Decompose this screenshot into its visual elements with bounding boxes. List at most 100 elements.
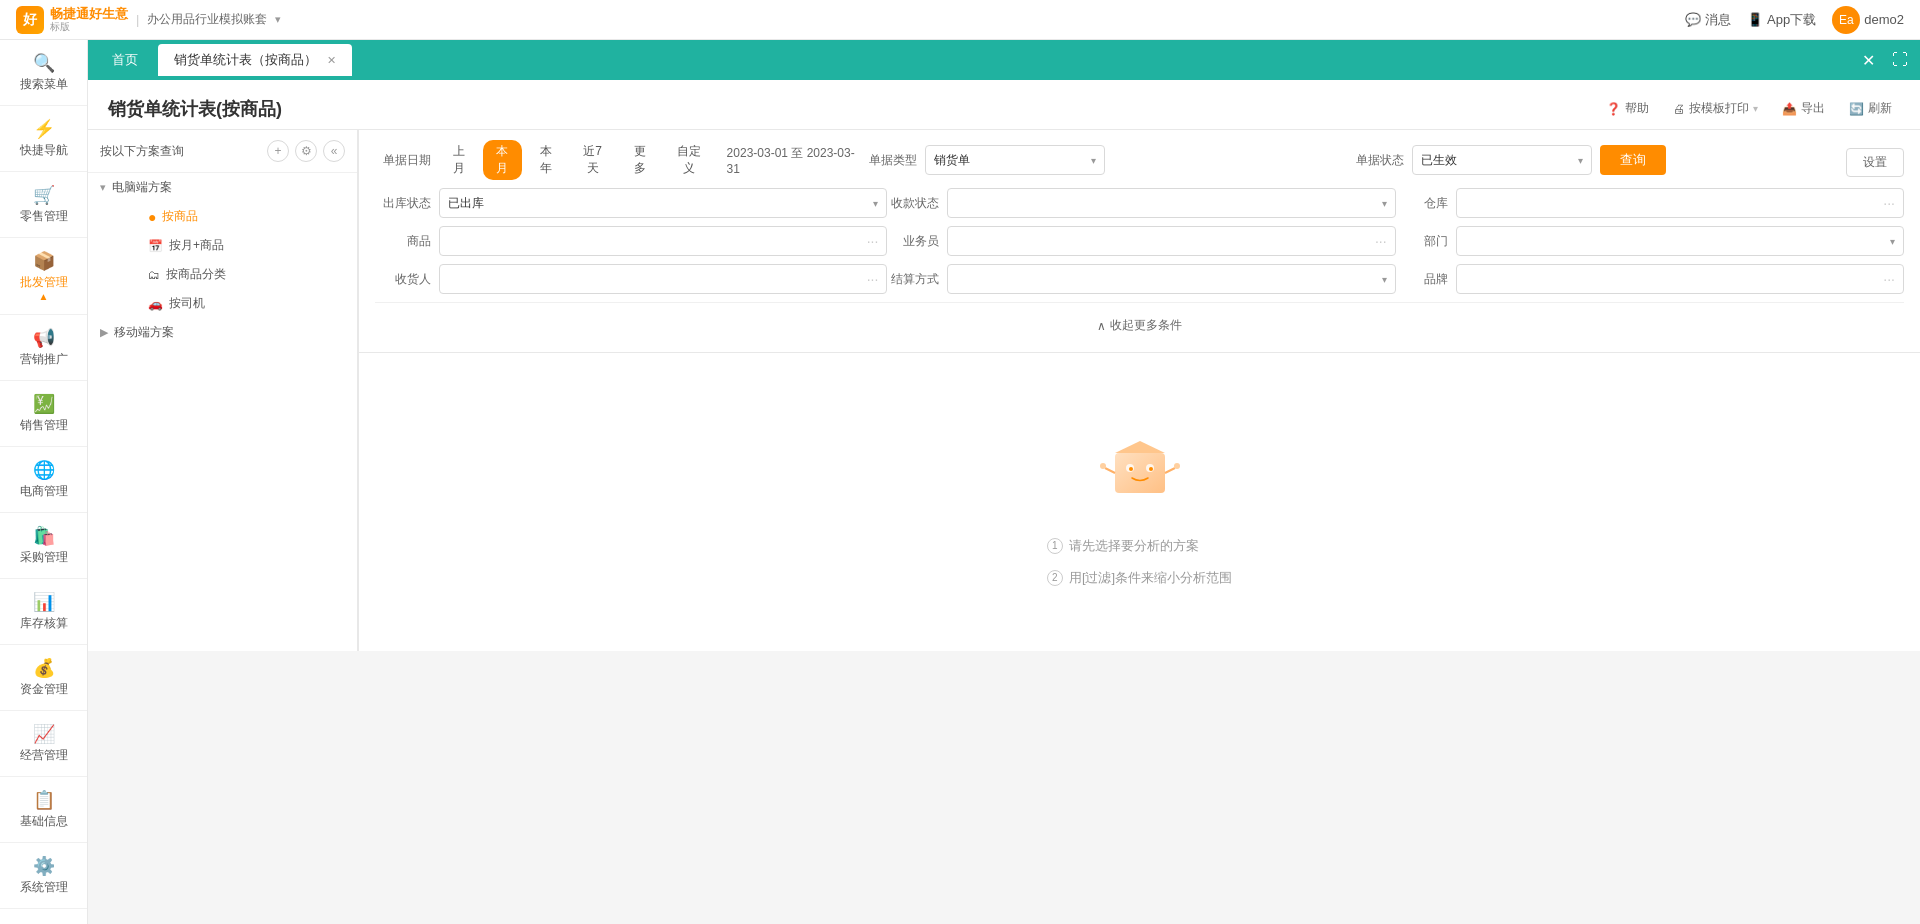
user-info[interactable]: Ea demo2 — [1832, 6, 1904, 34]
tree-group-desktop[interactable]: ▾ 电脑端方案 — [88, 173, 357, 202]
operations-icon: 📈 — [4, 723, 83, 745]
sidebar-item-purchase[interactable]: 🛍️ 采购管理 — [0, 513, 87, 579]
tab-home[interactable]: 首页 — [96, 44, 154, 76]
collect-select[interactable]: ▾ — [947, 188, 1395, 218]
scheme-tree: ▾ 电脑端方案 ● 按商品 📅 按月+商品 — [88, 173, 357, 347]
out-select[interactable]: 已出库 ▾ — [439, 188, 887, 218]
sidebar: 🔍 搜索菜单 ⚡ 快捷导航 🛒 零售管理 📦 批发管理 ▲ 📢 营销推广 💹 销… — [0, 40, 88, 924]
out-arrow-icon: ▾ — [873, 198, 878, 209]
app-download-btn[interactable]: 📱 App下载 — [1747, 11, 1816, 29]
dept-select[interactable]: ▾ — [1456, 226, 1904, 256]
calendar-icon: 📅 — [148, 239, 163, 253]
warehouse-filter: ··· — [1456, 188, 1904, 218]
type-label: 单据类型 — [865, 152, 925, 169]
date-btn-7days[interactable]: 近7天 — [570, 140, 616, 180]
print-btn[interactable]: 🖨 按模板打印 ▾ — [1665, 96, 1766, 121]
print-dropdown-icon: ▾ — [1753, 103, 1758, 114]
collect-arrow-icon: ▾ — [1382, 198, 1387, 209]
staff-filter: ··· — [947, 226, 1395, 256]
date-btn-more[interactable]: 更多 — [620, 140, 660, 180]
search-icon: 🔍 — [4, 52, 83, 74]
sidebar-item-enterprise[interactable]: 🤝 企业协同 — [0, 909, 87, 924]
receiver-input[interactable]: ··· — [439, 264, 887, 294]
tab-report[interactable]: 销货单统计表（按商品） ✕ — [158, 44, 352, 76]
type-value: 销货单 — [934, 152, 970, 169]
sidebar-item-sales[interactable]: 💹 销售管理 — [0, 381, 87, 447]
sidebar-item-marketing[interactable]: 📢 营销推广 — [0, 315, 87, 381]
staff-ellipsis: ··· — [1375, 233, 1387, 249]
settings-button[interactable]: 设置 — [1846, 148, 1904, 177]
sidebar-item-operations[interactable]: 📈 经营管理 — [0, 711, 87, 777]
query-button[interactable]: 查询 — [1600, 145, 1666, 175]
sidebar-item-retail[interactable]: 🛒 零售管理 — [0, 172, 87, 238]
tree-item-by-month-goods[interactable]: 📅 按月+商品 — [120, 231, 357, 260]
date-btn-custom[interactable]: 自定义 — [663, 140, 714, 180]
sidebar-item-quicknav[interactable]: ⚡ 快捷导航 — [0, 106, 87, 172]
status-select[interactable]: 已生效 ▾ — [1412, 145, 1592, 175]
tree-item-by-driver[interactable]: 🚗 按司机 — [120, 289, 357, 318]
settings-scheme-btn[interactable]: ⚙ — [295, 140, 317, 162]
sidebar-label-inventory: 库存核算 — [4, 615, 83, 632]
step-2-num: 2 — [1047, 570, 1063, 586]
sidebar-item-system[interactable]: ⚙️ 系统管理 — [0, 843, 87, 909]
logo-area: 好 畅捷通好生意 标版 — [16, 6, 128, 34]
status-label: 单据状态 — [1352, 152, 1412, 169]
sidebar-item-finance[interactable]: 💰 资金管理 — [0, 645, 87, 711]
tab-close-all-btn[interactable]: ✕ — [1856, 48, 1880, 72]
warehouse-label: 仓库 — [1396, 195, 1456, 212]
goods-input[interactable]: ··· — [439, 226, 887, 256]
type-filter: 销货单 ▾ — [925, 145, 1351, 175]
sidebar-item-inventory[interactable]: 📊 库存核算 — [0, 579, 87, 645]
ecommerce-icon: 🌐 — [4, 459, 83, 481]
payment-select[interactable]: ▾ — [947, 264, 1395, 294]
warehouse-input[interactable]: ··· — [1456, 188, 1904, 218]
message-icon: 💬 — [1685, 12, 1701, 27]
filter-row-4: 收货人 ··· 结算方式 ▾ — [375, 264, 1904, 294]
sidebar-item-search[interactable]: 🔍 搜索菜单 — [0, 40, 87, 106]
tab-maximize-btn[interactable]: ⛶ — [1888, 48, 1912, 72]
purchase-icon: 🛍️ — [4, 525, 83, 547]
staff-input[interactable]: ··· — [947, 226, 1395, 256]
sidebar-item-wholesale[interactable]: 📦 批发管理 ▲ — [0, 238, 87, 315]
collapse-label: 收起更多条件 — [1110, 317, 1182, 334]
empty-step2-label: 用[过滤]条件来缩小分析范围 — [1069, 565, 1232, 591]
type-select[interactable]: 销货单 ▾ — [925, 145, 1105, 175]
sidebar-item-ecommerce[interactable]: 🌐 电商管理 — [0, 447, 87, 513]
top-bar-right: 💬 消息 📱 App下载 Ea demo2 — [1685, 6, 1904, 34]
expand-arrow: ▲ — [4, 291, 83, 302]
workspace-dropdown-icon[interactable]: ▾ — [275, 13, 281, 26]
empty-illustration — [1090, 413, 1190, 513]
empty-step1-label: 请先选择要分析的方案 — [1069, 533, 1199, 559]
date-btn-this-month[interactable]: 本月 — [483, 140, 523, 180]
tab-report-close[interactable]: ✕ — [327, 54, 336, 67]
export-btn[interactable]: 📤 导出 — [1774, 96, 1833, 121]
tab-report-label: 销货单统计表（按商品） — [174, 51, 317, 69]
refresh-btn[interactable]: 🔄 刷新 — [1841, 96, 1900, 121]
basic-icon: 📋 — [4, 789, 83, 811]
page-header: 销货单统计表(按商品) ❓ 帮助 🖨 按模板打印 ▾ 📤 导出 — [88, 80, 1920, 130]
collapse-row: ∧ 收起更多条件 — [375, 302, 1904, 342]
empty-step-1: 1 请先选择要分析的方案 — [1047, 533, 1232, 559]
brand-ellipsis: ··· — [1883, 271, 1895, 287]
message-btn[interactable]: 💬 消息 — [1685, 11, 1731, 29]
tree-group-mobile[interactable]: ▶ 移动端方案 — [88, 318, 357, 347]
system-icon: ⚙️ — [4, 855, 83, 877]
tree-item-by-goods-label: 按商品 — [162, 208, 198, 225]
sidebar-label-basic: 基础信息 — [4, 813, 83, 830]
tree-item-by-category[interactable]: 🗂 按商品分类 — [120, 260, 357, 289]
brand-input[interactable]: ··· — [1456, 264, 1904, 294]
sidebar-label-operations: 经营管理 — [4, 747, 83, 764]
date-btn-last-month[interactable]: 上月 — [439, 140, 479, 180]
collapse-panel-btn[interactable]: « — [323, 140, 345, 162]
add-scheme-btn[interactable]: + — [267, 140, 289, 162]
tree-group-mobile-label: 移动端方案 — [114, 324, 174, 341]
sidebar-label-ecommerce: 电商管理 — [4, 483, 83, 500]
help-btn[interactable]: ❓ 帮助 — [1598, 96, 1657, 121]
filter-row-1: 单据日期 上月 本月 本年 近7天 更多 自定义 2023-03-01 至 20… — [375, 140, 1904, 180]
filter-row-2: 出库状态 已出库 ▾ 收款状态 ▾ — [375, 188, 1904, 218]
warehouse-ellipsis: ··· — [1883, 195, 1895, 211]
sidebar-item-basic[interactable]: 📋 基础信息 — [0, 777, 87, 843]
date-btn-this-year[interactable]: 本年 — [526, 140, 566, 180]
collapse-btn[interactable]: ∧ 收起更多条件 — [1089, 309, 1190, 342]
tree-item-by-goods[interactable]: ● 按商品 — [120, 202, 357, 231]
